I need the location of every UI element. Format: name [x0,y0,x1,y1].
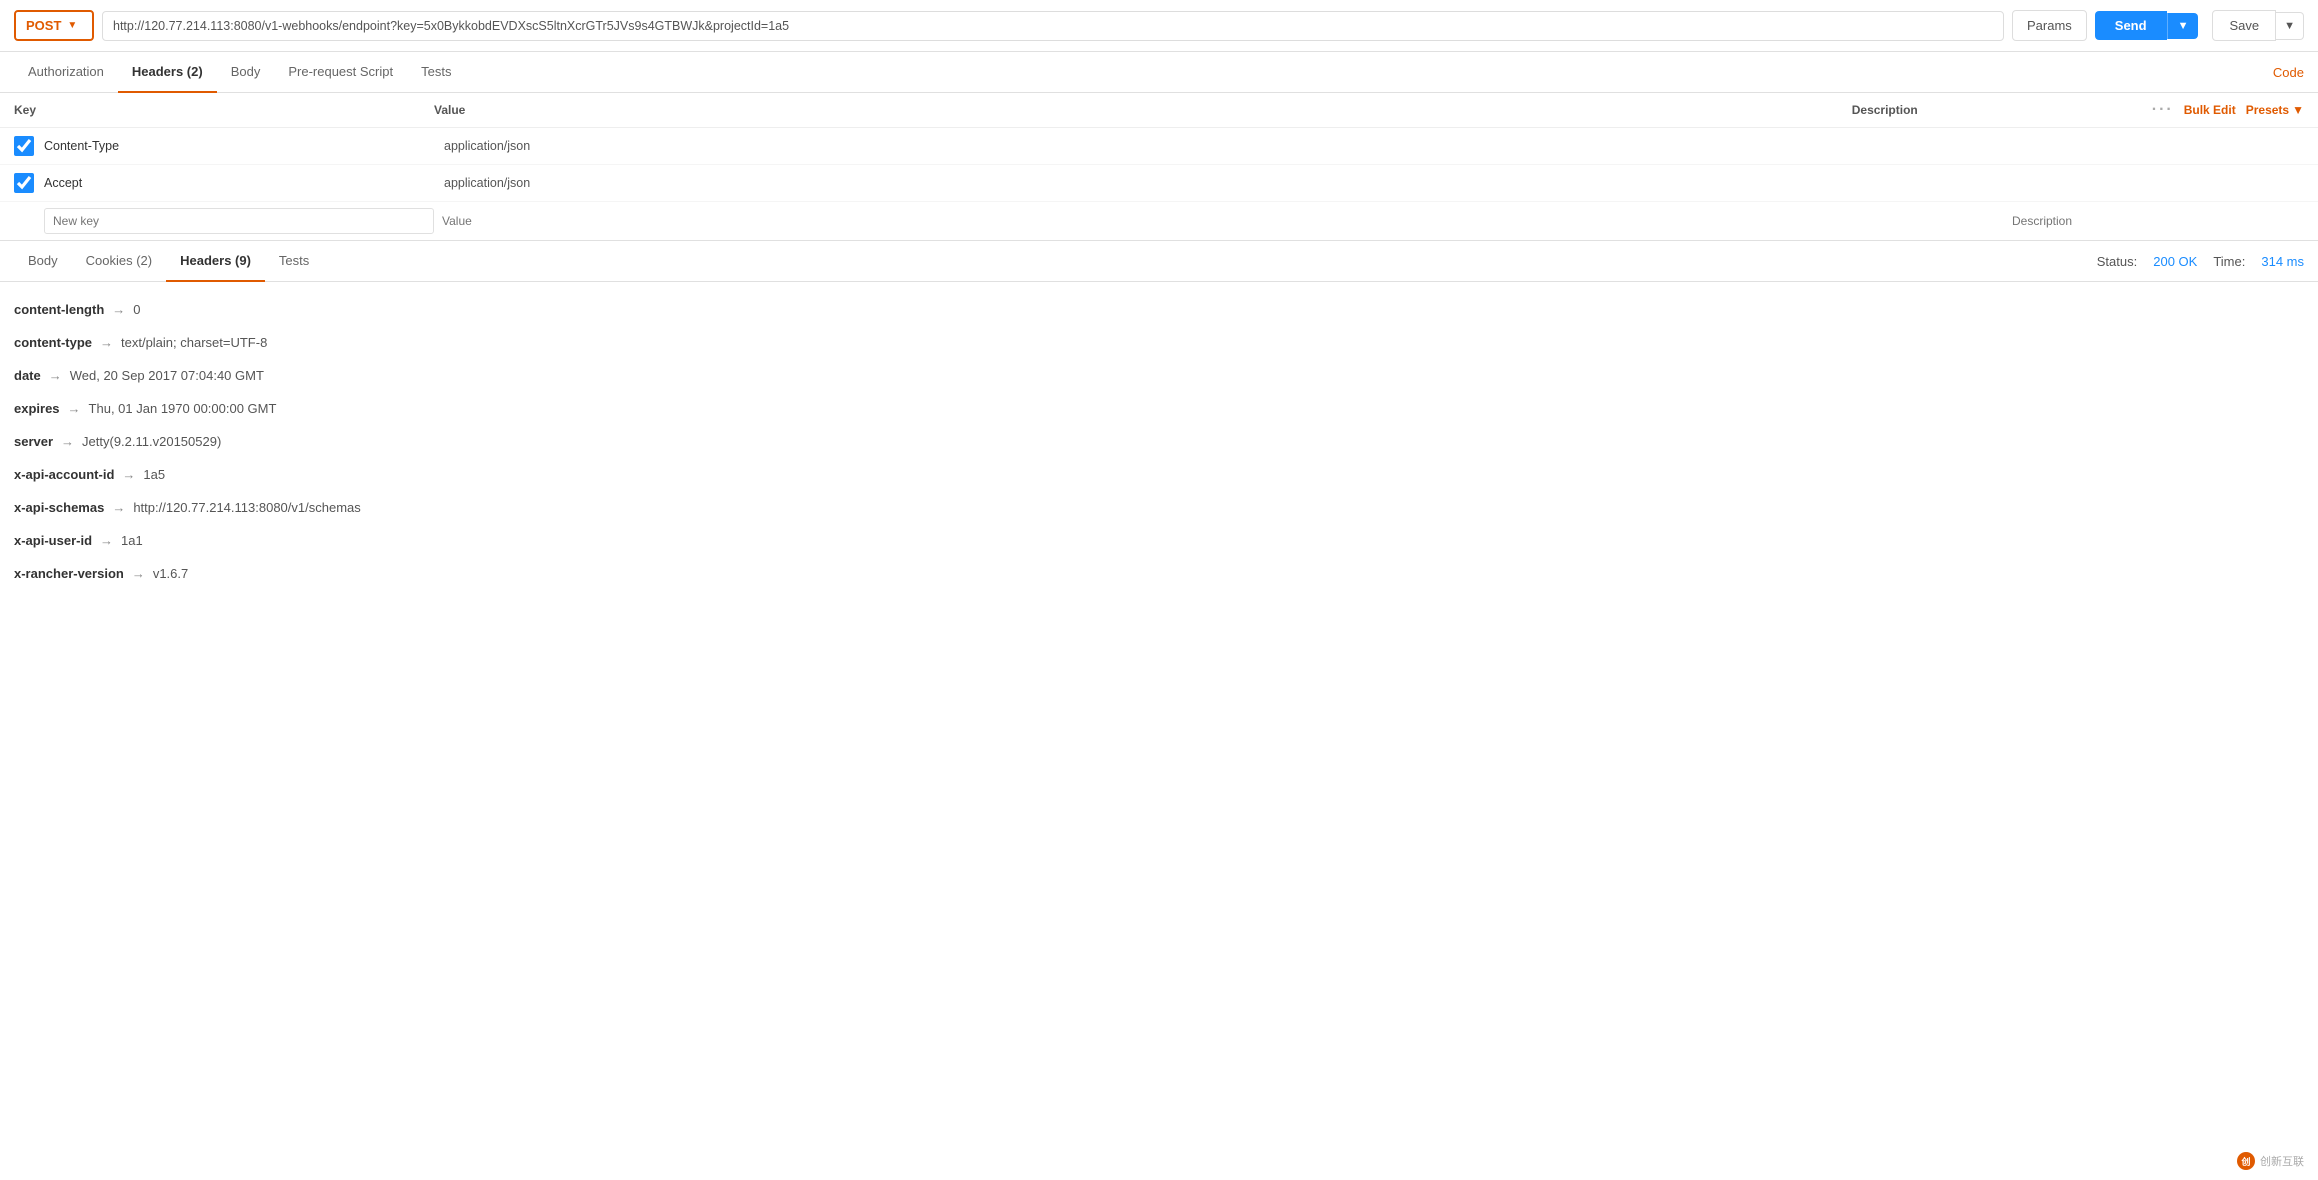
code-link[interactable]: Code [2273,65,2304,80]
resp-header-value: 0 [133,302,140,317]
headers-section: Key Value Description ··· Bulk Edit Pres… [0,93,2318,241]
resp-tab-headers[interactable]: Headers (9) [166,241,265,282]
resp-header-item: x-api-account-id → 1a5 [14,467,2304,482]
resp-header-value: Thu, 01 Jan 1970 00:00:00 GMT [89,401,277,416]
resp-header-item: x-api-user-id → 1a1 [14,533,2304,548]
send-button[interactable]: Send [2095,11,2167,40]
resp-header-item: content-type → text/plain; charset=UTF-8 [14,335,2304,350]
resp-header-key: content-type [14,335,92,350]
resp-header-item: x-rancher-version → v1.6.7 [14,566,2304,581]
resp-header-value: text/plain; charset=UTF-8 [121,335,267,350]
arrow-icon: → [100,335,113,350]
arrow-icon: → [61,434,74,449]
new-value-input[interactable] [434,209,2004,233]
resp-header-key: date [14,368,41,383]
arrow-icon: → [49,368,62,383]
resp-header-item: expires → Thu, 01 Jan 1970 00:00:00 GMT [14,401,2304,416]
resp-tab-cookies[interactable]: Cookies (2) [72,241,166,282]
presets-chevron-icon: ▼ [2292,103,2304,117]
table-actions: ··· Bulk Edit Presets ▼ [2152,101,2304,119]
row1-key: Content-Type [44,139,444,153]
tab-body[interactable]: Body [217,52,275,93]
presets-button[interactable]: Presets ▼ [2246,103,2304,117]
arrow-icon: → [100,533,113,548]
url-input[interactable] [102,11,2004,41]
response-headers-content: content-length → 0 content-type → text/p… [0,282,2318,619]
response-status-area: Status: 200 OK Time: 314 ms [2097,254,2304,269]
send-dropdown-button[interactable]: ▼ [2167,13,2199,39]
row2-value: application/json [444,176,2004,190]
resp-header-value: v1.6.7 [153,566,188,581]
params-button[interactable]: Params [2012,10,2087,41]
resp-header-key: content-length [14,302,104,317]
bulk-edit-button[interactable]: Bulk Edit [2184,103,2236,117]
time-label: Time: [2213,254,2245,269]
resp-header-key: x-api-schemas [14,500,104,515]
method-label: POST [26,18,61,33]
method-chevron-icon: ▼ [67,20,77,31]
new-header-row [0,202,2318,240]
request-tabs: Authorization Headers (2) Body Pre-reque… [0,52,2318,93]
resp-header-item: date → Wed, 20 Sep 2017 07:04:40 GMT [14,368,2304,383]
row1-value: application/json [444,139,2004,153]
arrow-icon: → [112,302,125,317]
tab-tests[interactable]: Tests [407,52,465,93]
response-tabs: Body Cookies (2) Headers (9) Tests Statu… [0,241,2318,282]
arrow-icon: → [112,500,125,515]
resp-header-key: x-api-user-id [14,533,92,548]
col-desc-label: Description [1852,103,2152,117]
table-row: Accept application/json [0,165,2318,202]
resp-tab-tests[interactable]: Tests [265,241,323,282]
resp-header-value: 1a5 [143,467,165,482]
resp-header-key: x-api-account-id [14,467,114,482]
table-row: Content-Type application/json [0,128,2318,165]
new-desc-input[interactable] [2004,209,2304,233]
send-group: Send ▼ [2095,11,2199,40]
url-bar: POST ▼ Params Send ▼ Save ▼ [0,0,2318,52]
resp-header-item: content-length → 0 [14,302,2304,317]
resp-header-item: x-api-schemas → http://120.77.214.113:80… [14,500,2304,515]
arrow-icon: → [68,401,81,416]
new-key-input[interactable] [44,208,434,234]
resp-header-value: 1a1 [121,533,143,548]
tab-headers[interactable]: Headers (2) [118,52,217,93]
watermark-logo-icon: 创 [2237,1152,2255,1170]
headers-table-header: Key Value Description ··· Bulk Edit Pres… [0,93,2318,128]
more-options-icon[interactable]: ··· [2152,101,2174,119]
watermark: 创 创新互联 [2237,1152,2304,1170]
resp-header-value: http://120.77.214.113:8080/v1/schemas [133,500,360,515]
status-value: 200 OK [2153,254,2197,269]
resp-header-item: server → Jetty(9.2.11.v20150529) [14,434,2304,449]
tab-authorization[interactable]: Authorization [14,52,118,93]
status-label: Status: [2097,254,2137,269]
resp-header-key: x-rancher-version [14,566,124,581]
resp-header-value: Wed, 20 Sep 2017 07:04:40 GMT [70,368,264,383]
save-button[interactable]: Save [2212,10,2276,41]
row2-checkbox[interactable] [14,173,34,193]
col-key-label: Key [14,103,434,117]
arrow-icon: → [122,467,135,482]
tab-prerequest[interactable]: Pre-request Script [274,52,407,93]
arrow-icon: → [132,566,145,581]
resp-tab-body[interactable]: Body [14,241,72,282]
row2-key: Accept [44,176,444,190]
method-button[interactable]: POST ▼ [14,10,94,41]
save-group: Save ▼ [2212,10,2304,41]
save-dropdown-button[interactable]: ▼ [2276,12,2304,40]
row1-checkbox[interactable] [14,136,34,156]
resp-header-key: expires [14,401,60,416]
resp-header-value: Jetty(9.2.11.v20150529) [82,434,221,449]
watermark-text: 创新互联 [2260,1153,2304,1169]
col-value-label: Value [434,103,1852,117]
resp-header-key: server [14,434,53,449]
time-value: 314 ms [2261,254,2304,269]
